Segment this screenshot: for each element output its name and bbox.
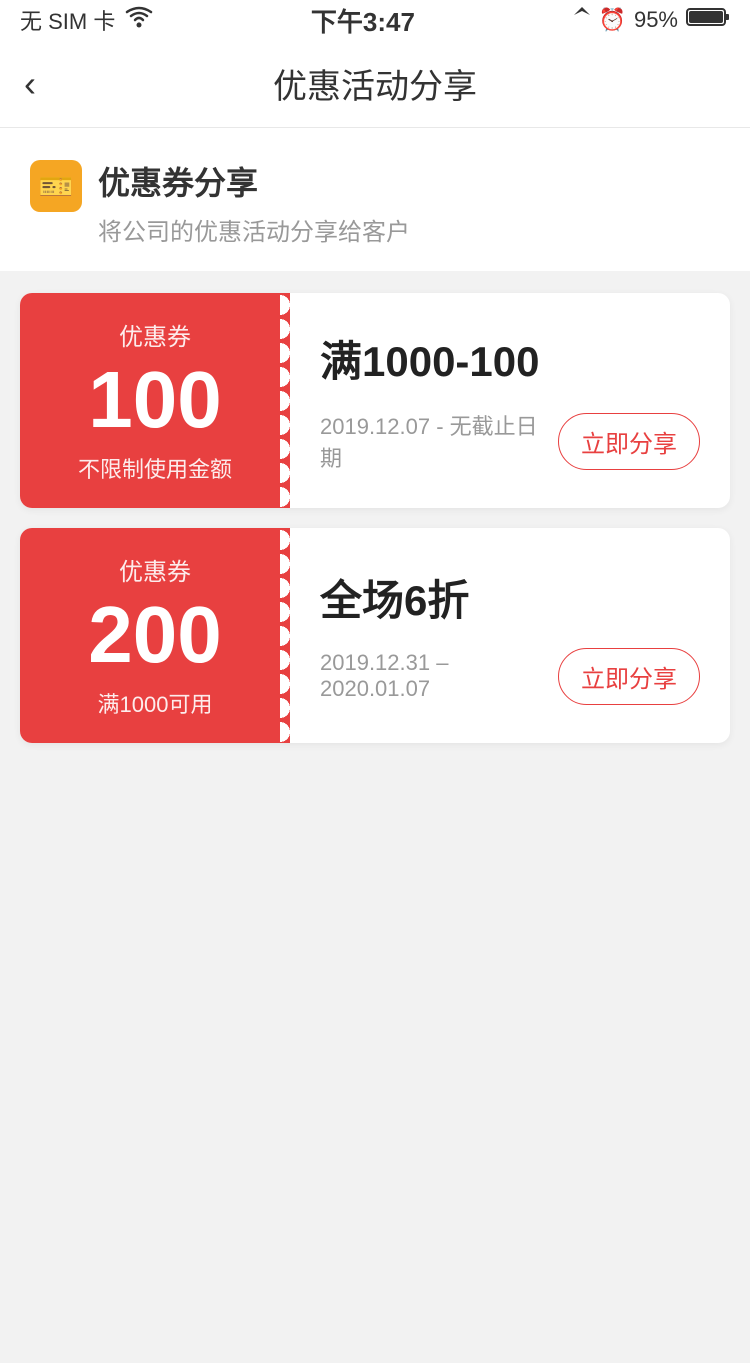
coupon-date-2: 2019.12.31 – 2020.01.07 [320, 650, 548, 702]
coupon-amount-2: 200 [88, 595, 221, 675]
nav-bar: ‹ 优惠活动分享 [0, 40, 750, 128]
section-text: 优惠券分享 将公司的优惠活动分享给客户 [98, 158, 410, 247]
coupon-share-btn-1[interactable]: 立即分享 [558, 413, 700, 470]
section-icon: 🎫 [30, 160, 82, 212]
bottom-space [0, 763, 750, 1363]
section-subtitle: 将公司的优惠活动分享给客户 [98, 212, 410, 247]
coupon-date-1: 2019.12.07 - 无截止日期 [320, 409, 548, 473]
location-icon [573, 6, 591, 34]
status-left: 无 SIM 卡 [20, 4, 153, 36]
coupon-type-1: 优惠券 [119, 317, 191, 352]
alarm-icon: ⏰ [599, 7, 626, 33]
coupon-meta-1: 2019.12.07 - 无截止日期 立即分享 [320, 409, 700, 473]
coupon-right-1: 满1000-100 2019.12.07 - 无截止日期 立即分享 [290, 293, 730, 508]
coupon-left-2: 优惠券 200 满1000可用 [20, 528, 290, 743]
coupon-type-2: 优惠券 [119, 552, 191, 587]
coupon-name-2: 全场6折 [320, 567, 700, 628]
status-right: ⏰ 95% [573, 6, 730, 34]
coupon-icon: 🎫 [39, 170, 74, 203]
coupon-right-2: 全场6折 2019.12.31 – 2020.01.07 立即分享 [290, 528, 730, 743]
nav-title: 优惠活动分享 [273, 59, 477, 108]
battery-percentage: 95% [634, 7, 678, 33]
wifi-icon [125, 6, 153, 34]
coupon-name-1: 满1000-100 [320, 328, 700, 389]
section-header: 🎫 优惠券分享 将公司的优惠活动分享给客户 [0, 128, 750, 271]
coupon-left-1: 优惠券 100 不限制使用金额 [20, 293, 290, 508]
coupon-card-1: 优惠券 100 不限制使用金额 满1000-100 2019.12.07 - 无… [20, 293, 730, 508]
coupon-list: 优惠券 100 不限制使用金额 满1000-100 2019.12.07 - 无… [0, 273, 750, 763]
coupon-share-btn-2[interactable]: 立即分享 [558, 648, 700, 705]
coupon-meta-2: 2019.12.31 – 2020.01.07 立即分享 [320, 648, 700, 705]
status-bar: 无 SIM 卡 下午3:47 ⏰ 95% [0, 0, 750, 40]
section-title: 优惠券分享 [98, 158, 410, 204]
time-display: 下午3:47 [311, 2, 415, 39]
back-button[interactable]: ‹ [24, 63, 36, 105]
coupon-condition-1: 不限制使用金额 [78, 452, 232, 484]
battery-icon [686, 6, 730, 34]
coupon-card-2: 优惠券 200 满1000可用 全场6折 2019.12.31 – 2020.0… [20, 528, 730, 743]
carrier-text: 无 SIM 卡 [20, 4, 115, 36]
coupon-amount-1: 100 [88, 360, 221, 440]
coupon-condition-2: 满1000可用 [98, 687, 213, 719]
